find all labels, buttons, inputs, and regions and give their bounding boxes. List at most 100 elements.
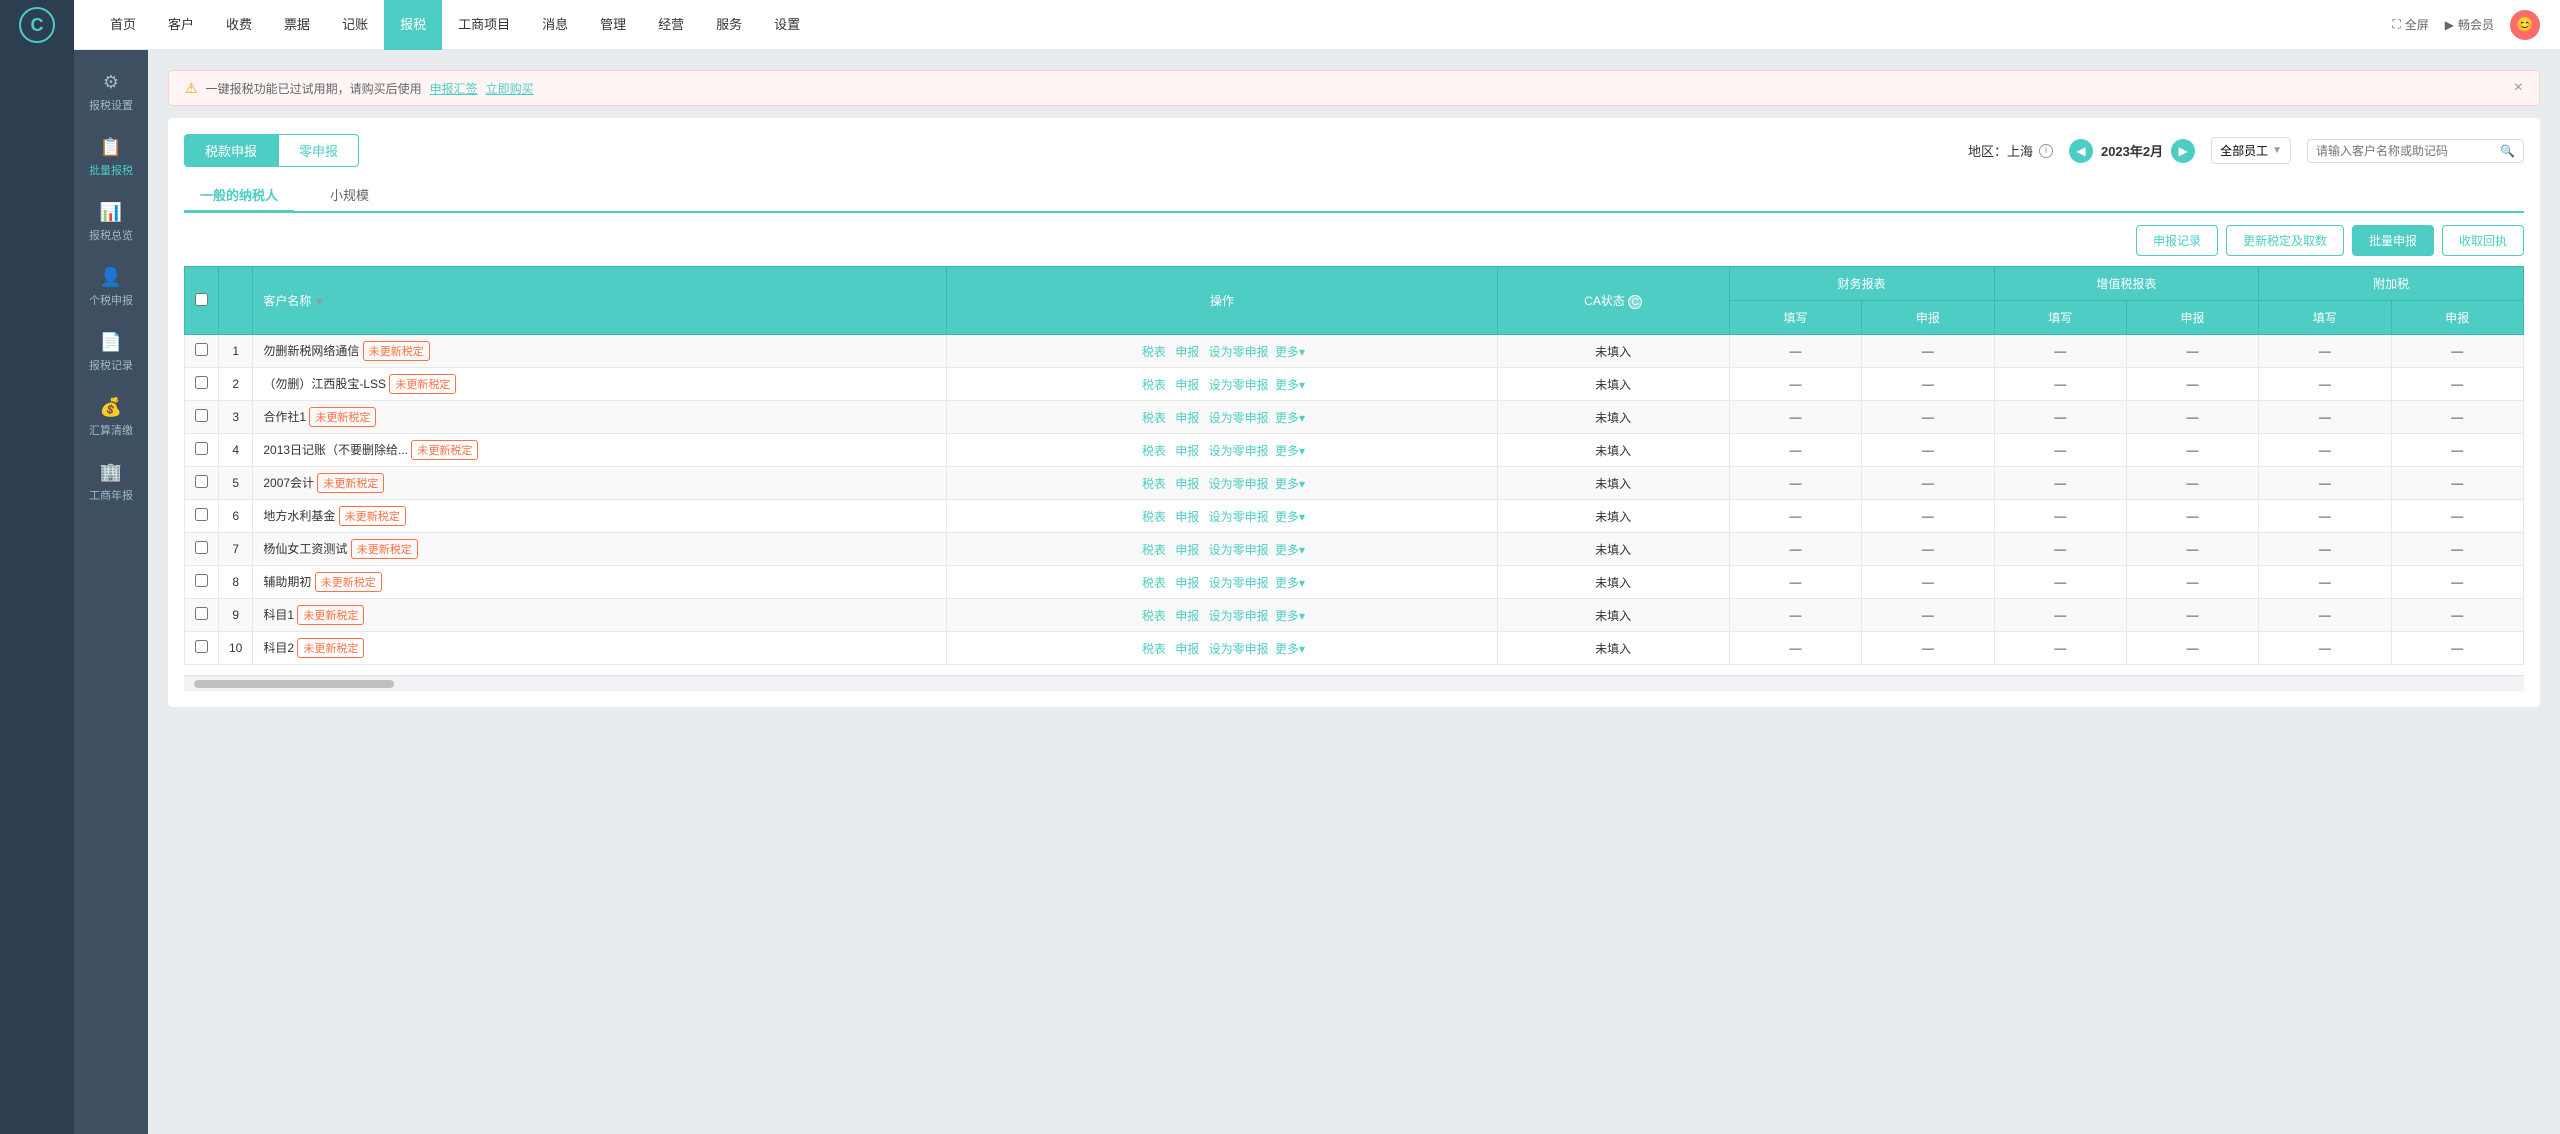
op-declare[interactable]: 申报	[1175, 444, 1199, 458]
region-info-icon[interactable]: i	[2039, 144, 2053, 158]
sidebar-item-annual-report[interactable]: 🏢 工商年报	[74, 450, 148, 515]
select-all-checkbox[interactable]	[195, 293, 208, 306]
date-prev-button[interactable]: ◀	[2069, 139, 2093, 163]
staff-selector[interactable]: 全部员工 ▼	[2211, 137, 2291, 164]
op-zero-declare[interactable]: 设为零申报	[1209, 642, 1269, 656]
nav-tax[interactable]: 报税	[384, 0, 442, 50]
op-declare[interactable]: 申报	[1175, 411, 1199, 425]
op-more[interactable]: 更多▾	[1275, 378, 1305, 392]
op-zero-declare[interactable]: 设为零申报	[1209, 477, 1269, 491]
op-more[interactable]: 更多▾	[1275, 345, 1305, 359]
nav-messages[interactable]: 消息	[526, 0, 584, 50]
op-tax-table[interactable]: 税表	[1142, 444, 1166, 458]
name-sort-icon[interactable]: ▼	[315, 297, 325, 308]
op-tax-table[interactable]: 税表	[1142, 345, 1166, 359]
tab-general-taxpayer[interactable]: 一般的纳税人	[184, 179, 294, 213]
row-checkbox[interactable]	[195, 541, 208, 554]
sidebar-item-personal-tax[interactable]: 👤 个税申报	[74, 255, 148, 320]
nav-management[interactable]: 管理	[584, 0, 642, 50]
tab-tax-declaration[interactable]: 税款申报	[184, 134, 278, 167]
op-tax-table[interactable]: 税表	[1142, 378, 1166, 392]
nav-home[interactable]: 首页	[94, 0, 152, 50]
row-col-2: —	[1994, 335, 2126, 368]
search-input[interactable]	[2316, 144, 2496, 158]
notice-link-declaration[interactable]: 申报汇签	[430, 80, 478, 97]
nav-bookkeeping[interactable]: 记账	[326, 0, 384, 50]
op-tax-table[interactable]: 税表	[1142, 576, 1166, 590]
op-zero-declare[interactable]: 设为零申报	[1209, 378, 1269, 392]
ca-info-icon[interactable]: C	[1628, 295, 1642, 309]
batch-declare-button[interactable]: 批量申报	[2352, 225, 2434, 256]
sidebar-item-tax-records[interactable]: 📄 报税记录	[74, 320, 148, 385]
declaration-records-button[interactable]: 申报记录	[2136, 225, 2218, 256]
retrieve-receipt-button[interactable]: 收取回执	[2442, 225, 2524, 256]
row-checkbox[interactable]	[195, 343, 208, 356]
row-ca: 未填入	[1497, 335, 1729, 368]
op-tax-table[interactable]: 税表	[1142, 642, 1166, 656]
op-more[interactable]: 更多▾	[1275, 576, 1305, 590]
op-more[interactable]: 更多▾	[1275, 609, 1305, 623]
notice-close-button[interactable]: ×	[2514, 79, 2523, 97]
op-declare[interactable]: 申报	[1175, 345, 1199, 359]
nav-billing[interactable]: 收费	[210, 0, 268, 50]
scroll-bar[interactable]	[184, 675, 2524, 691]
tab-zero-declaration[interactable]: 零申报	[278, 134, 359, 167]
sidebar-item-tax-settings[interactable]: ⚙ 报税设置	[74, 60, 148, 125]
row-checkbox[interactable]	[195, 508, 208, 521]
member-button[interactable]: ▶ 畅会员	[2445, 16, 2494, 33]
user-avatar[interactable]: 😊	[2510, 10, 2540, 40]
nav-operations[interactable]: 经营	[642, 0, 700, 50]
op-more[interactable]: 更多▾	[1275, 444, 1305, 458]
nav-service[interactable]: 服务	[700, 0, 758, 50]
row-checkbox[interactable]	[195, 475, 208, 488]
sidebar-item-settlement[interactable]: 💰 汇算清缴	[74, 385, 148, 450]
nav-customer[interactable]: 客户	[152, 0, 210, 50]
op-zero-declare[interactable]: 设为零申报	[1209, 576, 1269, 590]
region-selector[interactable]: 地区：上海 i	[1968, 141, 2053, 160]
tab-small-scale[interactable]: 小规模	[314, 179, 385, 213]
op-more[interactable]: 更多▾	[1275, 642, 1305, 656]
status-badge: 未更新税定	[309, 407, 376, 427]
row-checkbox-cell	[185, 401, 219, 434]
notice-link-buy[interactable]: 立即购买	[486, 80, 534, 97]
op-declare[interactable]: 申报	[1175, 576, 1199, 590]
nav-business[interactable]: 工商项目	[442, 0, 526, 50]
op-tax-table[interactable]: 税表	[1142, 477, 1166, 491]
op-zero-declare[interactable]: 设为零申报	[1209, 444, 1269, 458]
fullscreen-button[interactable]: ⛶ 全屏	[2392, 16, 2428, 33]
op-zero-declare[interactable]: 设为零申报	[1209, 543, 1269, 557]
op-declare[interactable]: 申报	[1175, 609, 1199, 623]
scroll-thumb[interactable]	[194, 680, 394, 688]
op-declare[interactable]: 申报	[1175, 378, 1199, 392]
search-icon[interactable]: 🔍	[2500, 144, 2515, 158]
op-zero-declare[interactable]: 设为零申报	[1209, 345, 1269, 359]
nav-invoice[interactable]: 票据	[268, 0, 326, 50]
op-more[interactable]: 更多▾	[1275, 510, 1305, 524]
op-tax-table[interactable]: 税表	[1142, 543, 1166, 557]
row-checkbox[interactable]	[195, 574, 208, 587]
op-more[interactable]: 更多▾	[1275, 411, 1305, 425]
op-declare[interactable]: 申报	[1175, 510, 1199, 524]
op-declare[interactable]: 申报	[1175, 642, 1199, 656]
sidebar-item-batch-tax[interactable]: 📋 批量报税	[74, 125, 148, 190]
op-more[interactable]: 更多▾	[1275, 543, 1305, 557]
op-tax-table[interactable]: 税表	[1142, 609, 1166, 623]
row-checkbox[interactable]	[195, 409, 208, 422]
row-checkbox[interactable]	[195, 442, 208, 455]
op-zero-declare[interactable]: 设为零申报	[1209, 609, 1269, 623]
row-checkbox[interactable]	[195, 607, 208, 620]
op-tax-table[interactable]: 税表	[1142, 510, 1166, 524]
row-checkbox[interactable]	[195, 640, 208, 653]
op-tax-table[interactable]: 税表	[1142, 411, 1166, 425]
op-more[interactable]: 更多▾	[1275, 477, 1305, 491]
row-checkbox[interactable]	[195, 376, 208, 389]
op-declare[interactable]: 申报	[1175, 543, 1199, 557]
row-ops: 税表 申报 设为零申报 更多▾	[947, 368, 1497, 401]
op-zero-declare[interactable]: 设为零申报	[1209, 510, 1269, 524]
op-declare[interactable]: 申报	[1175, 477, 1199, 491]
op-zero-declare[interactable]: 设为零申报	[1209, 411, 1269, 425]
nav-settings[interactable]: 设置	[758, 0, 816, 50]
sidebar-item-tax-overview[interactable]: 📊 报税总览	[74, 190, 148, 255]
date-next-button[interactable]: ▶	[2171, 139, 2195, 163]
update-tax-button[interactable]: 更新税定及取数	[2226, 225, 2344, 256]
